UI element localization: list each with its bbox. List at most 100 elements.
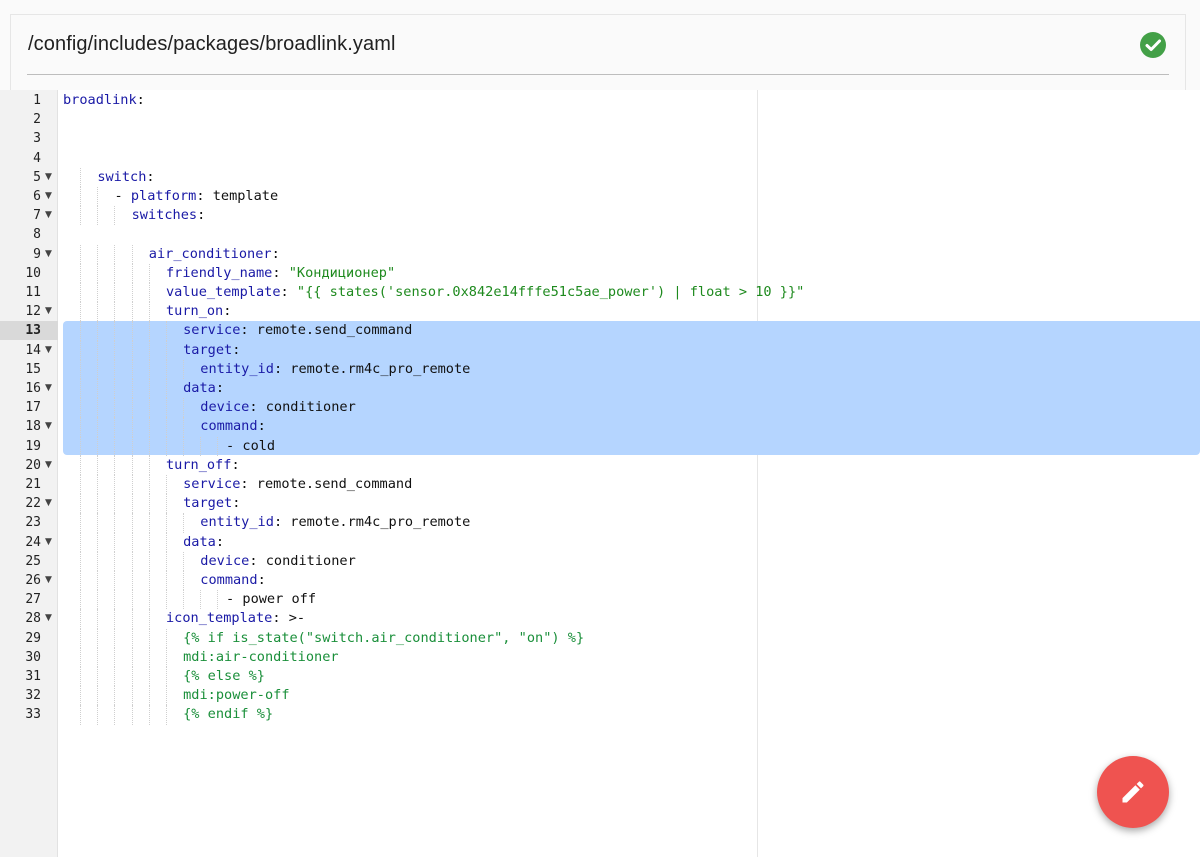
indent-guide <box>148 302 150 322</box>
code-line[interactable]: 26 ▼ command: <box>0 571 1200 590</box>
line-number: 18 <box>25 419 41 435</box>
code-line[interactable]: 22 ▼ target: <box>0 494 1200 513</box>
indent-guide <box>97 398 99 418</box>
indent-guide <box>97 436 99 456</box>
indent-guide <box>165 705 167 725</box>
code-line[interactable]: 5 ▼ switch: <box>0 168 1200 187</box>
indent-guide <box>114 206 116 226</box>
indent-guide <box>80 513 82 533</box>
line-number: 5 <box>33 169 41 185</box>
indent-guide <box>148 475 150 495</box>
fold-toggle-icon[interactable]: ▼ <box>45 379 55 398</box>
indent-guide <box>200 590 202 610</box>
line-code: command: <box>200 418 266 435</box>
code-line[interactable]: 25 device: conditioner <box>0 552 1200 571</box>
fold-toggle-icon[interactable]: ▼ <box>45 417 55 436</box>
fold-toggle-icon[interactable]: ▼ <box>45 571 55 590</box>
fold-toggle-icon[interactable]: ▼ <box>45 533 55 552</box>
indent-guide <box>148 283 150 303</box>
indent-guide <box>114 609 116 629</box>
fold-toggle-icon[interactable]: ▼ <box>45 302 55 321</box>
line-number: 23 <box>25 515 41 531</box>
fold-toggle-icon[interactable]: ▼ <box>45 341 55 360</box>
indent-guide <box>80 571 82 591</box>
code-line[interactable]: 18 ▼ command: <box>0 417 1200 436</box>
code-line[interactable]: 21 service: remote.send_command <box>0 475 1200 494</box>
line-code: mdi:power-off <box>183 687 290 704</box>
code-line[interactable]: 31 {% else %} <box>0 667 1200 686</box>
indent-guide <box>114 475 116 495</box>
check-circle-icon <box>1140 32 1166 58</box>
line-number: 4 <box>33 150 41 166</box>
line-number: 3 <box>33 131 41 147</box>
code-line[interactable]: 8 <box>0 225 1200 244</box>
code-line[interactable]: 6 ▼ - platform: template <box>0 187 1200 206</box>
code-line[interactable]: 17 device: conditioner <box>0 398 1200 417</box>
line-code: target: <box>183 341 241 358</box>
fold-toggle-icon[interactable]: ▼ <box>45 245 55 264</box>
fold-toggle-icon[interactable]: ▼ <box>45 494 55 513</box>
indent-guide <box>131 475 133 495</box>
code-line[interactable]: 11 value_template: "{{ states('sensor.0x8… <box>0 283 1200 302</box>
indent-guide <box>183 359 185 379</box>
code-line[interactable]: 30 mdi:air-conditioner <box>0 648 1200 667</box>
code-line[interactable]: 1 broadlink: <box>0 91 1200 110</box>
indent-guide <box>97 532 99 552</box>
line-code: device: conditioner <box>200 399 356 416</box>
code-line[interactable]: 27 - power off <box>0 590 1200 609</box>
code-line[interactable]: 20 ▼ turn_off: <box>0 456 1200 475</box>
indent-guide <box>165 571 167 591</box>
fold-toggle-icon[interactable]: ▼ <box>45 206 55 225</box>
code-line[interactable]: 32 mdi:power-off <box>0 686 1200 705</box>
fold-toggle-icon[interactable]: ▼ <box>45 456 55 475</box>
indent-guide <box>97 590 99 610</box>
code-line[interactable]: 15 entity_id: remote.rm4c_pro_remote <box>0 360 1200 379</box>
code-line[interactable]: 10 friendly_name: "Кондиционер" <box>0 264 1200 283</box>
code-line[interactable]: 28 ▼ icon_template: >- <box>0 609 1200 628</box>
indent-guide <box>148 494 150 514</box>
indent-guide <box>97 359 99 379</box>
line-number: 33 <box>25 707 41 723</box>
code-line[interactable]: 16 ▼ data: <box>0 379 1200 398</box>
indent-guide <box>148 667 150 687</box>
indent-guide <box>114 417 116 437</box>
edit-fab-button[interactable] <box>1097 756 1169 828</box>
fold-toggle-icon[interactable]: ▼ <box>45 168 55 187</box>
code-line[interactable]: 13 service: remote.send_command <box>0 321 1200 340</box>
code-line[interactable]: 23 entity_id: remote.rm4c_pro_remote <box>0 513 1200 532</box>
indent-guide <box>114 686 116 706</box>
fold-toggle-icon[interactable]: ▼ <box>45 187 55 206</box>
code-line[interactable]: 14 ▼ target: <box>0 341 1200 360</box>
indent-guide <box>80 359 82 379</box>
line-number: 24 <box>25 534 41 550</box>
line-code: friendly_name: "Кондиционер" <box>165 264 396 281</box>
code-line[interactable]: 2 <box>0 110 1200 129</box>
indent-guide <box>80 206 82 226</box>
indent-guide <box>148 321 150 341</box>
indent-guide <box>217 590 219 610</box>
indent-guide <box>97 244 99 264</box>
indent-guide <box>114 667 116 687</box>
indent-guide <box>131 686 133 706</box>
code-line[interactable]: 4 <box>0 149 1200 168</box>
indent-guide <box>165 647 167 667</box>
indent-guide <box>97 571 99 591</box>
fold-toggle-icon[interactable]: ▼ <box>45 609 55 628</box>
code-line[interactable]: 19 - cold <box>0 437 1200 456</box>
indent-guide <box>97 321 99 341</box>
indent-guide <box>114 628 116 648</box>
indent-guide <box>217 436 219 456</box>
line-code: data: <box>183 533 225 550</box>
code-line[interactable]: 29 {% if is_state("switch.air_conditioner… <box>0 629 1200 648</box>
indent-guide <box>165 379 167 399</box>
code-line[interactable]: 3 <box>0 129 1200 148</box>
code-line[interactable]: 33 {% endif %} <box>0 705 1200 724</box>
code-line[interactable]: 24 ▼ data: <box>0 533 1200 552</box>
code-line[interactable]: 7 ▼ switches: <box>0 206 1200 225</box>
line-number: 10 <box>25 265 41 281</box>
code-editor[interactable]: 1 broadlink: 2 3 4 5 ▼ switch: 6 ▼ - platform: tem… <box>0 90 1200 857</box>
line-number: 9 <box>33 246 41 262</box>
code-line[interactable]: 9 ▼ air_conditioner: <box>0 245 1200 264</box>
line-number: 28 <box>25 611 41 627</box>
code-line[interactable]: 12 ▼ turn_on: <box>0 302 1200 321</box>
